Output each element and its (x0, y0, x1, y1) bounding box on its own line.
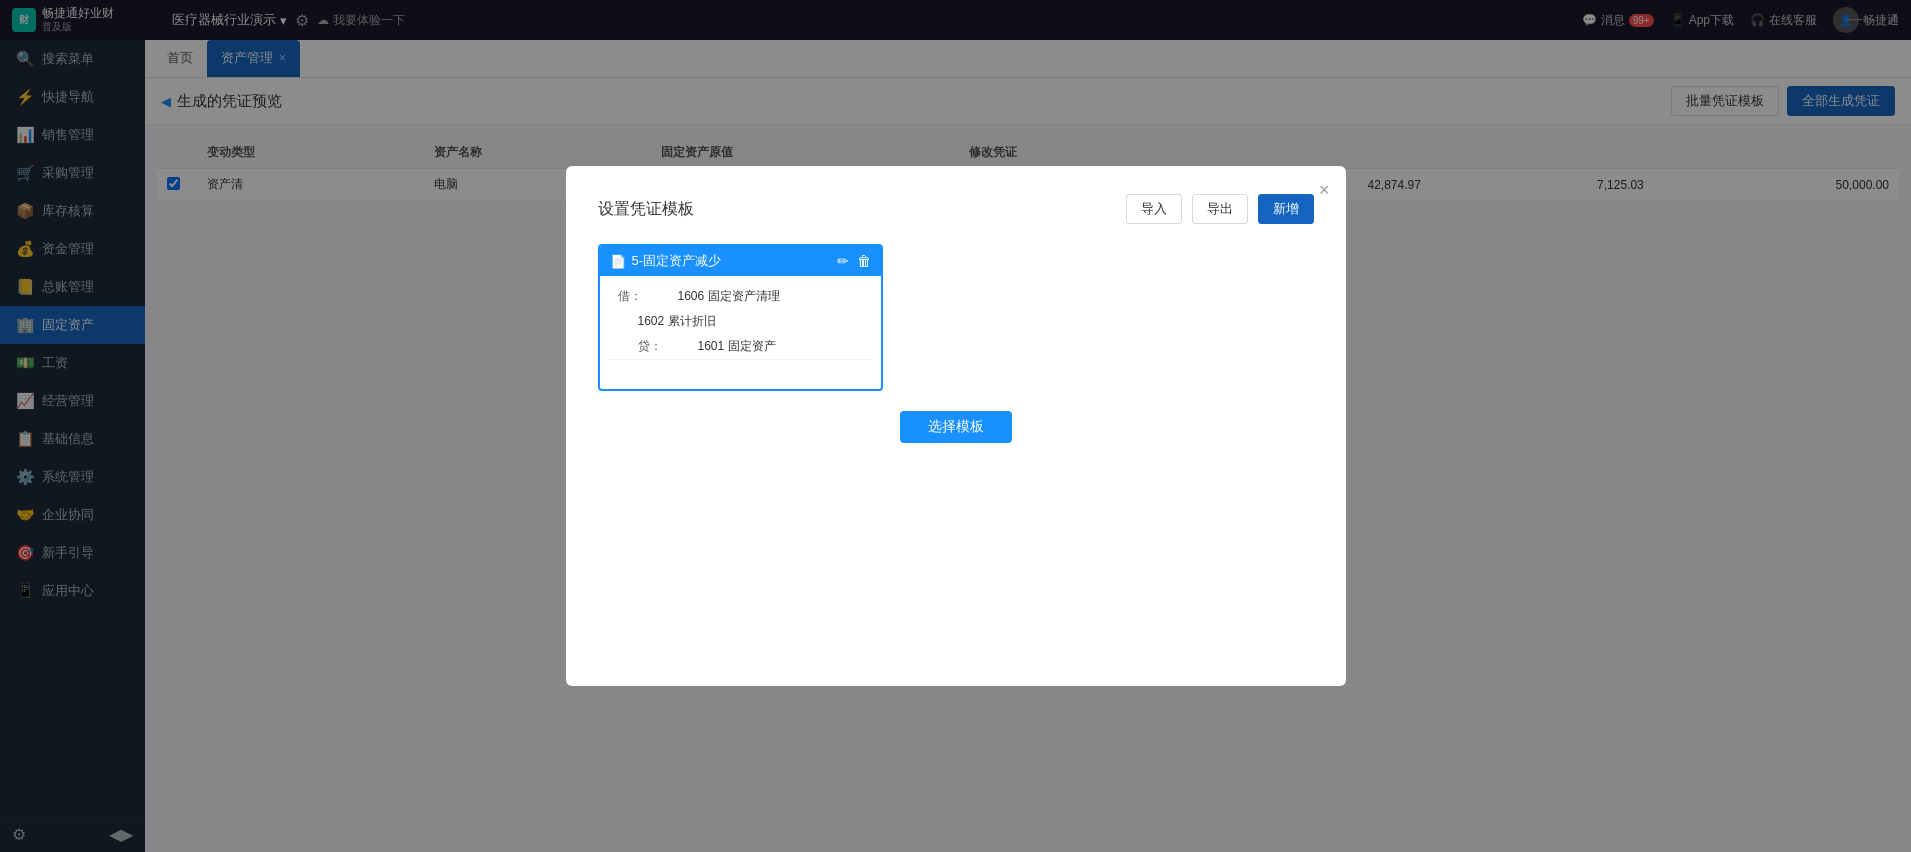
template-card-title: 5-固定资产减少 (632, 252, 722, 270)
select-template-area: 选择模板 (598, 411, 1314, 443)
template-empty-row (608, 359, 873, 381)
new-template-button[interactable]: 新增 (1258, 194, 1314, 224)
template-body: 借： 1606 固定资产清理 1602 累计折旧 贷： (600, 276, 881, 389)
modal-overlay: × 设置凭证模板 导入 导出 新增 📄 5-固定资产减少 (0, 0, 1911, 852)
import-button[interactable]: 导入 (1126, 194, 1182, 224)
template-entry-2: 贷： 1601 固定资产 (608, 334, 873, 359)
select-template-button[interactable]: 选择模板 (900, 411, 1012, 443)
template-card-header: 📄 5-固定资产减少 ✏ 🗑 (600, 246, 881, 276)
template-card-actions: ✏ 🗑 (837, 253, 871, 269)
maximize-window-button[interactable]: ⤢ (1873, 0, 1911, 38)
export-button[interactable]: 导出 (1192, 194, 1248, 224)
template-list: 📄 5-固定资产减少 ✏ 🗑 借： 1606 (598, 244, 1314, 391)
modal-actions: 导入 导出 新增 (1126, 194, 1314, 224)
delete-icon[interactable]: 🗑 (857, 253, 871, 269)
template-doc-icon: 📄 (610, 254, 626, 269)
edit-icon[interactable]: ✏ (837, 253, 849, 269)
minimize-window-button[interactable]: — (1835, 0, 1873, 38)
modal-header: 设置凭证模板 导入 导出 新增 (598, 194, 1314, 224)
modal-title: 设置凭证模板 (598, 199, 694, 220)
window-controls: — ⤢ (1835, 0, 1911, 38)
modal-close-button[interactable]: × (1319, 180, 1330, 201)
modal-dialog: × 设置凭证模板 导入 导出 新增 📄 5-固定资产减少 (566, 166, 1346, 686)
template-entry-1: 1602 累计折旧 (608, 309, 873, 334)
template-card: 📄 5-固定资产减少 ✏ 🗑 借： 1606 (598, 244, 883, 391)
template-entry-0: 借： 1606 固定资产清理 (608, 284, 873, 309)
